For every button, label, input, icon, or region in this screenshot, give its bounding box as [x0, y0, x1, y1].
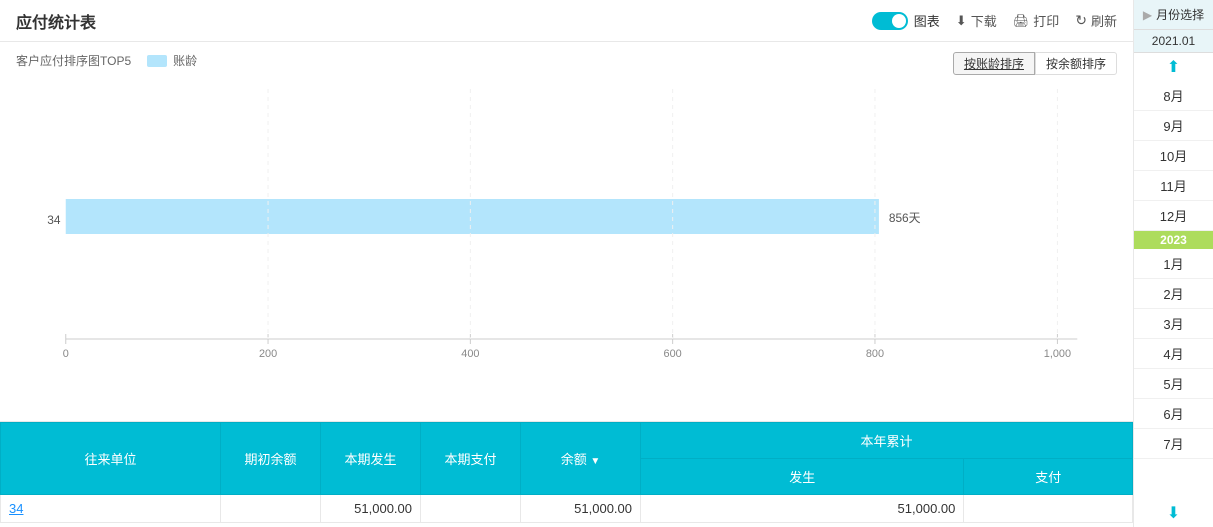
month-sidebar: ▶ 月份选择 2021.01 ⬆ 8月 9月 10月 11月 12月 2023 … — [1133, 0, 1213, 527]
chart-toggle-wrap[interactable]: 图表 — [872, 11, 940, 30]
sort-tab-balance[interactable]: 按余额排序 — [1035, 52, 1117, 75]
legend-item-1: 客户应付排序图TOP5 — [16, 52, 131, 69]
cell-unit: 34 — [1, 495, 221, 523]
refresh-button[interactable]: ↻ 刷新 — [1075, 11, 1117, 30]
svg-text:600: 600 — [664, 348, 682, 360]
sidebar-month-1[interactable]: 1月 — [1134, 249, 1213, 279]
sidebar-expand-icon[interactable]: ▶ — [1143, 8, 1152, 22]
chart-bar — [66, 199, 879, 234]
sidebar-month-5[interactable]: 5月 — [1134, 369, 1213, 399]
chart-legend: 客户应付排序图TOP5 账龄 — [16, 52, 1117, 69]
col-ytd-payment: 支付 — [964, 459, 1133, 495]
refresh-icon: ↻ — [1075, 12, 1087, 29]
table-section: 往来单位 期初余额 本期发生 本期支付 余额 ▼ 本年累计 发生 支付 — [0, 422, 1133, 527]
sidebar-header-label: 月份选择 — [1156, 6, 1204, 23]
legend-label: 客户应付排序图TOP5 — [16, 52, 131, 69]
chart-canvas: 34 856天 0 200 400 600 — [36, 79, 1107, 379]
download-button[interactable]: ⬇ 下载 — [956, 11, 997, 30]
cell-balance: 51,000.00 — [521, 495, 641, 523]
download-icon: ⬇ — [956, 13, 967, 29]
legend-item-2: 账龄 — [147, 52, 197, 69]
chart-sort-tabs: 按账龄排序 按余额排序 — [953, 52, 1117, 75]
cell-payment — [421, 495, 521, 523]
sidebar-month-10[interactable]: 10月 — [1134, 141, 1213, 171]
sidebar-month-2[interactable]: 2月 — [1134, 279, 1213, 309]
col-unit: 往来单位 — [1, 423, 221, 495]
col-ytd: 本年累计 — [641, 423, 1133, 459]
print-button[interactable]: 🖨 打印 — [1013, 11, 1060, 30]
chart-section: 客户应付排序图TOP5 账龄 按账龄排序 按余额排序 34 — [0, 42, 1133, 422]
svg-text:400: 400 — [461, 348, 479, 360]
page-title: 应付统计表 — [16, 9, 96, 33]
balance-icon: ▼ — [590, 456, 600, 467]
header-actions: 图表 ⬇ 下载 🖨 打印 ↻ 刷新 — [872, 11, 1117, 30]
sidebar-header: ▶ 月份选择 — [1134, 0, 1213, 30]
sidebar-scroll: ⬆ 8月 9月 10月 11月 12月 2023 1月 2月 3月 4月 5月 … — [1134, 53, 1213, 527]
col-payment: 本期支付 — [421, 423, 521, 495]
sidebar-scroll-up[interactable]: ⬆ — [1134, 53, 1213, 81]
sidebar-month-9[interactable]: 9月 — [1134, 111, 1213, 141]
svg-text:800: 800 — [866, 348, 884, 360]
data-table: 往来单位 期初余额 本期发生 本期支付 余额 ▼ 本年累计 发生 支付 — [0, 422, 1133, 523]
chart-toggle[interactable] — [872, 12, 908, 30]
sidebar-year-2023: 2023 — [1134, 231, 1213, 249]
sidebar-month-11[interactable]: 11月 — [1134, 171, 1213, 201]
sidebar-months-list: 8月 9月 10月 11月 12月 2023 1月 2月 3月 4月 5月 6月… — [1134, 81, 1213, 499]
cell-opening — [221, 495, 321, 523]
sidebar-month-8[interactable]: 8月 — [1134, 81, 1213, 111]
col-ytd-occurrence: 发生 — [641, 459, 964, 495]
svg-text:200: 200 — [259, 348, 277, 360]
sidebar-month-12[interactable]: 12月 — [1134, 201, 1213, 231]
toggle-label: 图表 — [914, 11, 940, 30]
col-occurrence: 本期发生 — [321, 423, 421, 495]
sidebar-month-3[interactable]: 3月 — [1134, 309, 1213, 339]
page-header: 应付统计表 图表 ⬇ 下载 🖨 打印 ↻ 刷新 — [0, 0, 1133, 42]
print-icon: 🖨 — [1013, 13, 1030, 29]
unit-link[interactable]: 34 — [9, 501, 23, 516]
bar-chart-svg: 34 856天 0 200 400 600 — [36, 79, 1107, 379]
col-opening: 期初余额 — [221, 423, 321, 495]
cell-ytd-payment — [964, 495, 1133, 523]
cell-occurrence: 51,000.00 — [321, 495, 421, 523]
sidebar-month-4[interactable]: 4月 — [1134, 339, 1213, 369]
sidebar-scroll-down[interactable]: ⬇ — [1134, 499, 1213, 527]
table-row: 34 51,000.00 51,000.00 51,000.00 — [1, 495, 1133, 523]
col-balance: 余额 ▼ — [521, 423, 641, 495]
svg-text:1,000: 1,000 — [1044, 348, 1071, 360]
sidebar-month-7[interactable]: 7月 — [1134, 429, 1213, 459]
svg-text:856天: 856天 — [889, 211, 921, 225]
sidebar-current-value: 2021.01 — [1134, 30, 1213, 53]
svg-text:34: 34 — [47, 213, 61, 227]
sort-tab-age[interactable]: 按账龄排序 — [953, 52, 1035, 75]
sidebar-month-6[interactable]: 6月 — [1134, 399, 1213, 429]
legend-color-label: 账龄 — [173, 52, 197, 69]
cell-ytd-occurrence: 51,000.00 — [641, 495, 964, 523]
svg-text:0: 0 — [63, 348, 69, 360]
legend-color-box — [147, 55, 167, 67]
